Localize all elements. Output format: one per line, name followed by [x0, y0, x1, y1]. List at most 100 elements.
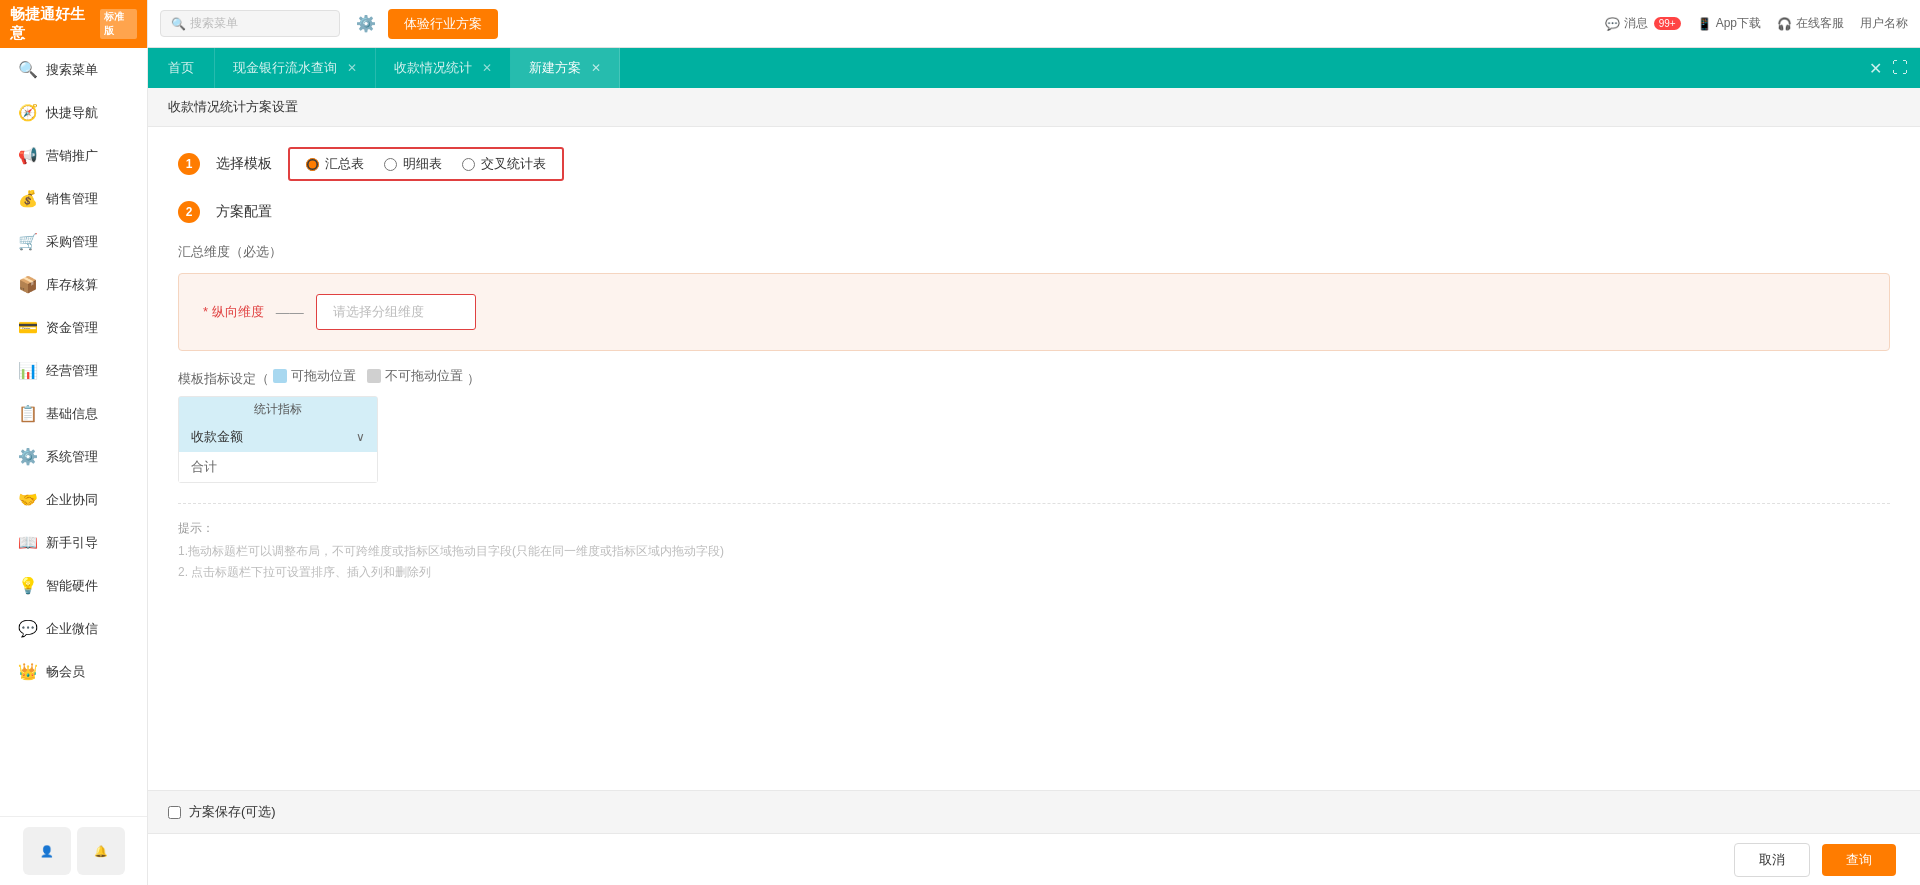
save-label[interactable]: 方案保存(可选)	[189, 803, 276, 821]
sidebar-item-finance[interactable]: 💳 资金管理	[0, 306, 147, 349]
sidebar-item-system[interactable]: ⚙️ 系统管理	[0, 435, 147, 478]
money-icon: 💰	[18, 189, 38, 208]
dimension-title-text: 汇总维度（必选）	[178, 244, 282, 259]
sidebar-item-member[interactable]: 👑 畅会员	[0, 650, 147, 693]
stats-container: 统计指标 收款金额 ∨ 合计	[178, 396, 378, 483]
step2-label: 方案配置	[216, 203, 272, 221]
industry-btn[interactable]: 体验行业方案	[388, 9, 498, 39]
sidebar-item-weixin[interactable]: 💬 企业微信	[0, 607, 147, 650]
page-title: 收款情况统计方案设置	[168, 99, 298, 114]
config-section: 汇总维度（必选） * 纵向维度 —— 请选择分组维度 模板指标设定（	[178, 243, 1890, 581]
sidebar-item-quicknav[interactable]: 🧭 快捷导航	[0, 91, 147, 134]
arrow: ——	[276, 304, 304, 320]
metrics-close-paren: ）	[467, 371, 480, 386]
draggable-label: 可拖动位置	[291, 367, 356, 385]
chevron-down-icon[interactable]: ∨	[356, 430, 365, 444]
cancel-button[interactable]: 取消	[1734, 843, 1810, 877]
tab-label: 现金银行流水查询	[233, 59, 337, 77]
card-icon: 💳	[18, 318, 38, 337]
sidebar-footer-item-1[interactable]: 👤	[23, 827, 71, 875]
sidebar-item-operations[interactable]: 📊 经营管理	[0, 349, 147, 392]
sidebar-item-marketing[interactable]: 📢 营销推广	[0, 134, 147, 177]
tab-new-plan[interactable]: 新建方案 ✕	[511, 48, 620, 88]
sidebar-item-guide[interactable]: 📖 新手引导	[0, 521, 147, 564]
stats-header-text: 收款金额	[191, 428, 243, 446]
minimize-icon[interactable]: ✕	[1869, 59, 1882, 78]
sidebar-item-collaboration[interactable]: 🤝 企业协同	[0, 478, 147, 521]
user-name: 用户名称	[1860, 15, 1908, 32]
tab-home[interactable]: 首页	[148, 48, 215, 88]
chat-icon: 💬	[18, 619, 38, 638]
close-icon[interactable]: ✕	[591, 61, 601, 75]
metrics-section: 模板指标设定（ 可拖动位置 不可拖动位置 ） 统计指标	[178, 367, 1890, 483]
sidebar-item-label: 营销推广	[46, 147, 98, 165]
message-btn[interactable]: 💬 消息 99+	[1605, 15, 1681, 32]
dimension-area: * 纵向维度 —— 请选择分组维度	[178, 273, 1890, 351]
sidebar-item-label: 快捷导航	[46, 104, 98, 122]
form-area: 1 选择模板 汇总表 明细表 交叉统计表	[148, 127, 1920, 790]
gear-icon: ⚙️	[18, 447, 38, 466]
stats-header[interactable]: 收款金额 ∨	[179, 422, 377, 452]
dimension-dropdown[interactable]: 请选择分组维度	[316, 294, 476, 330]
user-info[interactable]: 用户名称	[1860, 15, 1908, 32]
clipboard-icon: 📋	[18, 404, 38, 423]
download-icon: 📱	[1697, 17, 1712, 31]
tab-cashflow[interactable]: 现金银行流水查询 ✕	[215, 48, 376, 88]
header-right: 💬 消息 99+ 📱 App下载 🎧 在线客服 用户名称	[1605, 15, 1908, 32]
radio-label-jiaocha[interactable]: 交叉统计表	[481, 155, 546, 173]
step2-row: 2 方案配置	[178, 201, 1890, 223]
sidebar-item-search[interactable]: 🔍 搜索菜单	[0, 48, 147, 91]
hint-item-1: 1.拖动标题栏可以调整布局，不可跨维度或指标区域拖动目字段(只能在同一维度或指标…	[178, 543, 1890, 560]
dimension-title: 汇总维度（必选）	[178, 243, 1890, 261]
sidebar-item-label: 基础信息	[46, 405, 98, 423]
footer-bar: 取消 查询	[148, 833, 1920, 885]
sidebar-item-hardware[interactable]: 💡 智能硬件	[0, 564, 147, 607]
sidebar-item-label: 系统管理	[46, 448, 98, 466]
step1-label: 选择模板	[216, 155, 272, 173]
sidebar-item-sales[interactable]: 💰 销售管理	[0, 177, 147, 220]
radio-label-huizongbiao[interactable]: 汇总表	[325, 155, 364, 173]
radio-mingxibiao[interactable]: 明细表	[384, 155, 442, 173]
stats-label: 统计指标	[179, 397, 377, 422]
settings-icon[interactable]: ⚙️	[356, 14, 376, 33]
crown-icon: 👑	[18, 662, 38, 681]
radio-input-huizongbiao[interactable]	[306, 158, 319, 171]
sidebar-item-inventory[interactable]: 📦 库存核算	[0, 263, 147, 306]
sidebar-footer: 👤 🔔	[0, 816, 147, 885]
sidebar-item-purchase[interactable]: 🛒 采购管理	[0, 220, 147, 263]
main-area: 🔍 搜索菜单 ⚙️ 体验行业方案 💬 消息 99+ 📱 App下载 🎧 在线客服…	[148, 0, 1920, 885]
service-btn[interactable]: 🎧 在线客服	[1777, 15, 1844, 32]
tab-receipts[interactable]: 收款情况统计 ✕	[376, 48, 511, 88]
sidebar-item-basic-info[interactable]: 📋 基础信息	[0, 392, 147, 435]
stats-body-text: 合计	[191, 459, 217, 474]
close-icon[interactable]: ✕	[347, 61, 357, 75]
save-checkbox[interactable]	[168, 806, 181, 819]
top-header: 🔍 搜索菜单 ⚙️ 体验行业方案 💬 消息 99+ 📱 App下载 🎧 在线客服…	[148, 0, 1920, 48]
megaphone-icon: 📢	[18, 146, 38, 165]
radio-label-mingxibiao[interactable]: 明细表	[403, 155, 442, 173]
tab-actions: ✕ ⛶	[1857, 48, 1920, 88]
radio-jiaocha[interactable]: 交叉统计表	[462, 155, 546, 173]
sidebar-item-label: 库存核算	[46, 276, 98, 294]
step1-num: 1	[178, 153, 200, 175]
download-btn[interactable]: 📱 App下载	[1697, 15, 1761, 32]
search-bar[interactable]: 🔍 搜索菜单	[160, 10, 340, 37]
sidebar-item-label: 销售管理	[46, 190, 98, 208]
close-icon[interactable]: ✕	[482, 61, 492, 75]
tab-bar: 首页 现金银行流水查询 ✕ 收款情况统计 ✕ 新建方案 ✕ ✕ ⛶	[148, 48, 1920, 88]
sidebar-item-label: 采购管理	[46, 233, 98, 251]
hint-item-2: 2. 点击标题栏下拉可设置排序、插入列和删除列	[178, 564, 1890, 581]
sidebar-item-label: 资金管理	[46, 319, 98, 337]
bulb-icon: 💡	[18, 576, 38, 595]
save-option: 方案保存(可选)	[148, 790, 1920, 833]
sidebar-item-label: 智能硬件	[46, 577, 98, 595]
maximize-icon[interactable]: ⛶	[1892, 59, 1908, 77]
tab-label: 首页	[168, 59, 194, 77]
query-button[interactable]: 查询	[1822, 844, 1896, 876]
radio-input-mingxibiao[interactable]	[384, 158, 397, 171]
sidebar-footer-item-2[interactable]: 🔔	[77, 827, 125, 875]
sidebar-item-label: 经营管理	[46, 362, 98, 380]
radio-input-jiaocha[interactable]	[462, 158, 475, 171]
radio-huizongbiao[interactable]: 汇总表	[306, 155, 364, 173]
chart-icon: 📊	[18, 361, 38, 380]
